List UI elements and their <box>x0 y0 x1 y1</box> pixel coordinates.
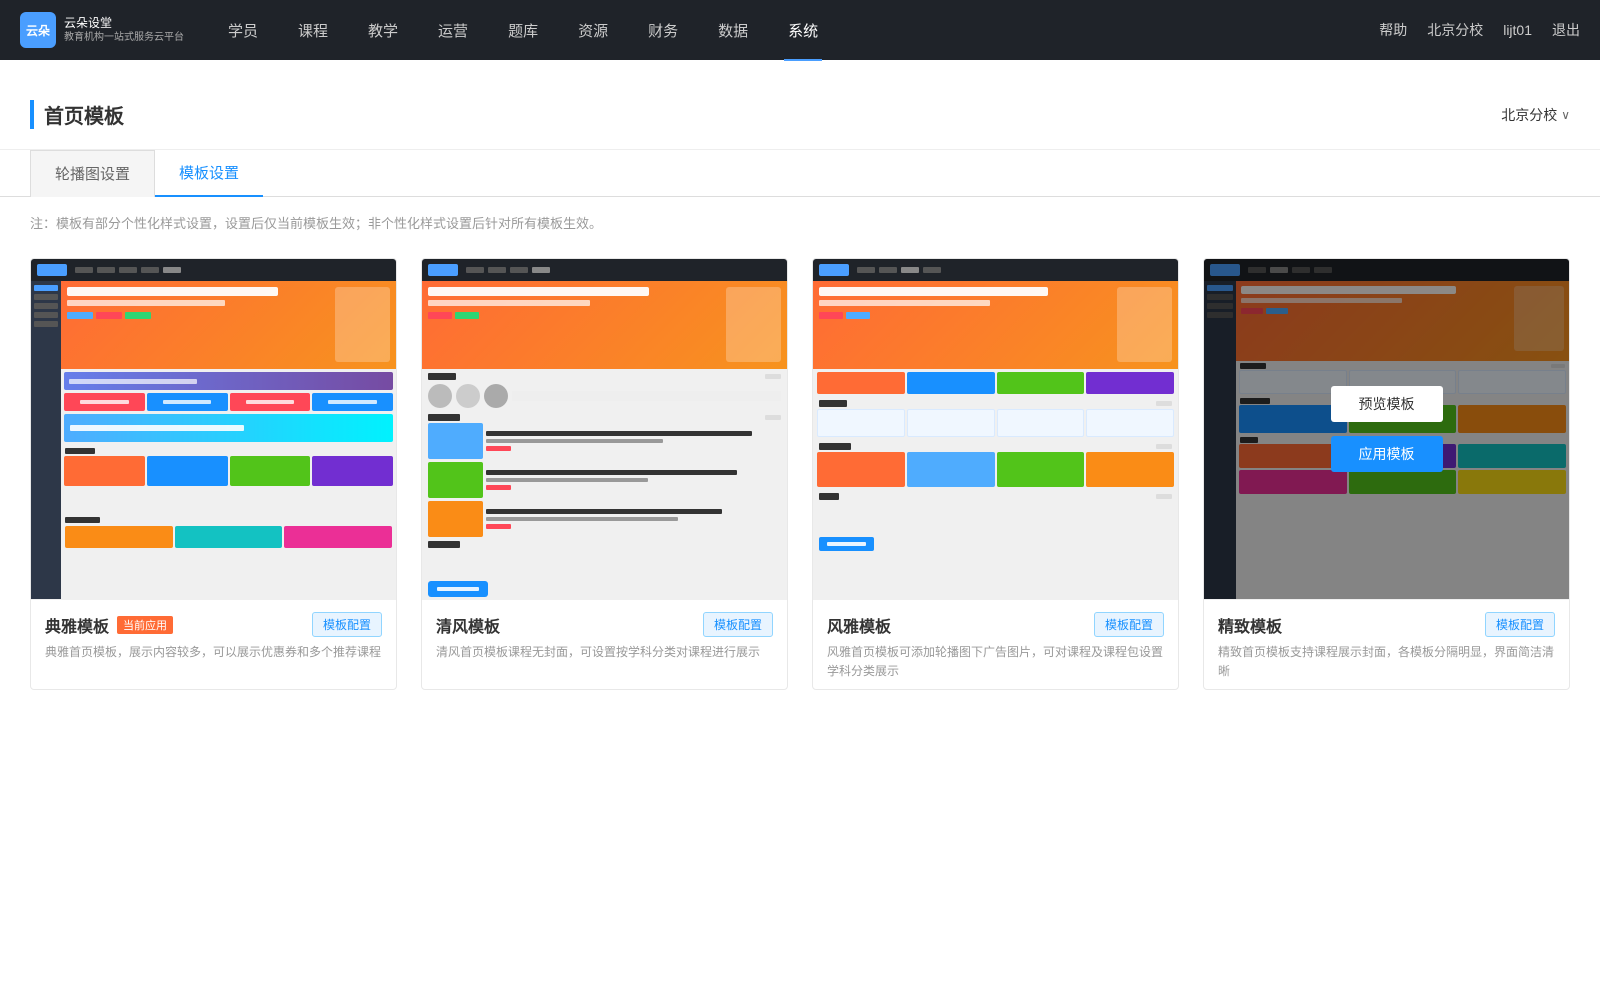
template-info-qingfeng: 清风模板 模板配置 清风首页模板课程无封面，可设置按学科分类对课程进行展示 <box>422 599 787 670</box>
logout-button[interactable]: 退出 <box>1552 20 1580 40</box>
preview-template-button[interactable]: 预览模板 <box>1331 386 1443 422</box>
template-info-fengya: 风雅模板 模板配置 风雅首页模板可添加轮播图下广告图片，可对课程及课程包设置学科… <box>813 599 1178 689</box>
logo: 云朵 云朵设堂 教育机构一站式服务云平台 <box>20 12 184 48</box>
template-card-jingzhi: 预览模板 应用模板 精致模板 模板配置 精致首页模板支持课程展示封面，各模板分隔… <box>1203 258 1570 690</box>
page-wrap: 首页模板 北京分校 ∨ 轮播图设置 模板设置 注：模板有部分个性化样式设置，设置… <box>0 60 1600 990</box>
template-name-qingfeng: 清风模板 <box>436 613 500 637</box>
help-link[interactable]: 帮助 <box>1379 20 1407 40</box>
nav-menu: 学员 课程 教学 运营 题库 资源 财务 数据 系统 <box>224 20 1379 41</box>
template-name-fengya: 风雅模板 <box>827 613 891 637</box>
nav-item-students[interactable]: 学员 <box>224 20 262 41</box>
config-button-qingfeng[interactable]: 模板配置 <box>703 612 773 637</box>
page-header: 首页模板 北京分校 ∨ <box>0 60 1600 150</box>
template-desc-dianye: 典雅首页模板，展示内容较多，可以展示优惠券和多个推荐课程 <box>45 643 382 662</box>
nav-item-courses[interactable]: 课程 <box>294 20 332 41</box>
template-info-jingzhi: 精致模板 模板配置 精致首页模板支持课程展示封面，各模板分隔明显，界面简洁清晰 <box>1204 599 1569 689</box>
template-desc-fengya: 风雅首页模板可添加轮播图下广告图片，可对课程及课程包设置学科分类展示 <box>827 643 1164 681</box>
nav-right: 帮助 北京分校 lijt01 退出 <box>1379 20 1580 40</box>
template-desc-jingzhi: 精致首页模板支持课程展示封面，各模板分隔明显，界面简洁清晰 <box>1218 643 1555 681</box>
nav-item-teaching[interactable]: 教学 <box>364 20 402 41</box>
config-button-dianye[interactable]: 模板配置 <box>312 612 382 637</box>
tab-carousel[interactable]: 轮播图设置 <box>30 150 155 197</box>
template-preview-qingfeng <box>422 259 787 599</box>
template-preview-jingzhi: 预览模板 应用模板 <box>1204 259 1569 599</box>
nav-item-system[interactable]: 系统 <box>784 20 822 41</box>
template-name-dianye: 典雅模板 <box>45 613 109 637</box>
template-hover-overlay: 预览模板 应用模板 <box>1204 259 1569 599</box>
config-button-fengya[interactable]: 模板配置 <box>1094 612 1164 637</box>
logo-text: 云朵设堂 教育机构一站式服务云平台 <box>64 16 184 45</box>
template-card-fengya: 风雅模板 模板配置 风雅首页模板可添加轮播图下广告图片，可对课程及课程包设置学科… <box>812 258 1179 690</box>
template-info-dianye: 典雅模板 当前应用 模板配置 典雅首页模板，展示内容较多，可以展示优惠券和多个推… <box>31 599 396 670</box>
template-name-jingzhi: 精致模板 <box>1218 613 1282 637</box>
template-preview-dianye <box>31 259 396 599</box>
branch-label[interactable]: 北京分校 <box>1427 20 1483 40</box>
note-bar: 注：模板有部分个性化样式设置，设置后仅当前模板生效；非个性化样式设置后针对所有模… <box>0 197 1600 248</box>
navbar: 云朵 云朵设堂 教育机构一站式服务云平台 学员 课程 教学 运营 题库 资源 财… <box>0 0 1600 60</box>
apply-template-button[interactable]: 应用模板 <box>1331 436 1443 472</box>
nav-item-resources[interactable]: 资源 <box>574 20 612 41</box>
template-card-dianye: 典雅模板 当前应用 模板配置 典雅首页模板，展示内容较多，可以展示优惠券和多个推… <box>30 258 397 690</box>
user-label[interactable]: lijt01 <box>1503 22 1532 38</box>
nav-item-questions[interactable]: 题库 <box>504 20 542 41</box>
page-title: 首页模板 <box>30 100 124 129</box>
template-grid: 典雅模板 当前应用 模板配置 典雅首页模板，展示内容较多，可以展示优惠券和多个推… <box>0 248 1600 730</box>
logo-icon: 云朵 <box>20 12 56 48</box>
tabs-wrap: 轮播图设置 模板设置 <box>0 150 1600 197</box>
config-button-jingzhi[interactable]: 模板配置 <box>1485 612 1555 637</box>
nav-item-finance[interactable]: 财务 <box>644 20 682 41</box>
badge-applied: 当前应用 <box>117 616 173 634</box>
template-desc-qingfeng: 清风首页模板课程无封面，可设置按学科分类对课程进行展示 <box>436 643 773 662</box>
nav-item-data[interactable]: 数据 <box>714 20 752 41</box>
template-card-qingfeng: 清风模板 模板配置 清风首页模板课程无封面，可设置按学科分类对课程进行展示 <box>421 258 788 690</box>
chevron-down-icon: ∨ <box>1561 108 1570 122</box>
nav-item-operations[interactable]: 运营 <box>434 20 472 41</box>
tab-template[interactable]: 模板设置 <box>155 150 263 197</box>
template-preview-fengya <box>813 259 1178 599</box>
branch-selector[interactable]: 北京分校 ∨ <box>1501 105 1570 125</box>
